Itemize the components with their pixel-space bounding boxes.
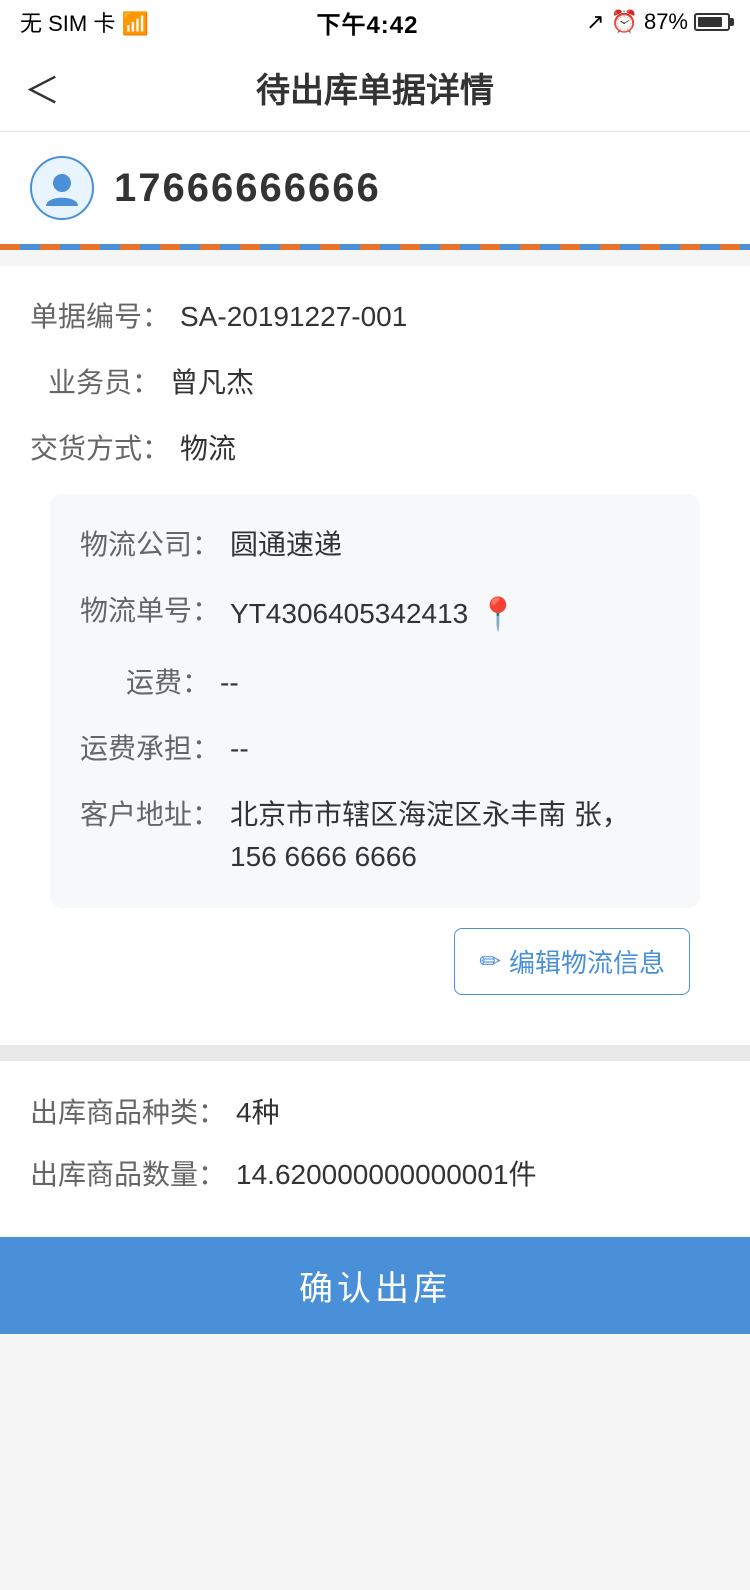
doc-number-value: SA-20191227-001 xyxy=(180,296,720,338)
delivery-value: 物流 xyxy=(180,428,720,470)
delivery-row: 交货方式： 物流 xyxy=(30,428,720,470)
freight-value: -- xyxy=(220,662,670,704)
dashed-divider xyxy=(0,244,750,250)
page-title: 待出库单据详情 xyxy=(256,63,494,112)
goods-quantity-row: 出库商品数量： 14.620000000000001件 xyxy=(30,1153,720,1193)
salesperson-value: 曾凡杰 xyxy=(170,362,720,404)
status-left: 无 SIM 卡 📶 xyxy=(20,6,149,38)
status-right: ↗ ⏰ 87% xyxy=(586,9,730,35)
status-bar: 无 SIM 卡 📶 下午4:42 ↗ ⏰ 87% xyxy=(0,0,750,44)
freight-bearer-label: 运费承担： xyxy=(80,728,220,770)
logistics-card: 物流公司： 圆通速递 物流单号： YT43064053424​13 📍 运费： … xyxy=(50,494,700,908)
delivery-label: 交货方式： xyxy=(30,428,170,470)
logistics-company-value: 圆通速递 xyxy=(230,524,670,566)
goods-types-value: 4种 xyxy=(236,1091,280,1131)
back-button[interactable]: ＜ xyxy=(24,62,60,114)
user-header: 17666666666 xyxy=(0,132,750,244)
goods-types-label: 出库商品种类： xyxy=(30,1091,226,1131)
logistics-company-row: 物流公司： 圆通速递 xyxy=(80,524,670,566)
page-wrapper: 无 SIM 卡 📶 下午4:42 ↗ ⏰ 87% ＜ 待出库单据详情 17666… xyxy=(0,0,750,1590)
battery-indicator xyxy=(694,13,730,31)
doc-number-label: 单据编号： xyxy=(30,296,170,338)
goods-quantity-value: 14.620000000000001件 xyxy=(236,1153,537,1193)
status-time: 下午4:42 xyxy=(316,5,418,40)
battery-percent: 87% xyxy=(644,9,688,35)
logistics-tracking-label: 物流单号： xyxy=(80,590,220,632)
empty-space xyxy=(0,1330,750,1490)
user-phone: 17666666666 xyxy=(114,166,381,211)
freight-bearer-row: 运费承担： -- xyxy=(80,728,670,770)
goods-quantity-label: 出库商品数量： xyxy=(30,1153,226,1193)
sim-status: 无 SIM 卡 📶 xyxy=(20,6,149,38)
salesperson-label: 业务员： xyxy=(30,362,160,404)
freight-label: 运费： xyxy=(80,662,210,704)
salesperson-row: 业务员： 曾凡杰 xyxy=(30,362,720,404)
doc-number-row: 单据编号： SA-20191227-001 xyxy=(30,296,720,338)
section-separator xyxy=(0,1045,750,1061)
freight-bearer-value: -- xyxy=(230,728,670,770)
logistics-company-label: 物流公司： xyxy=(80,524,220,566)
location-icon: ↗ xyxy=(586,9,604,35)
alarm-icon: ⏰ xyxy=(611,9,638,35)
edit-btn-container: ✏ 编辑物流信息 xyxy=(30,908,720,1015)
avatar-icon xyxy=(42,168,82,208)
document-info-section: 单据编号： SA-20191227-001 业务员： 曾凡杰 交货方式： 物流 … xyxy=(0,266,750,1045)
confirm-btn-container[interactable]: 确认出库 xyxy=(0,1237,750,1334)
avatar xyxy=(30,156,94,220)
confirm-btn-text: 确认出库 xyxy=(299,1270,451,1308)
address-row: 客户地址： 北京市市辖区海淀区永丰南 张，156 6666 6666 xyxy=(80,794,670,878)
logistics-tracking-row: 物流单号： YT43064053424​13 📍 xyxy=(80,590,670,638)
battery-fill xyxy=(698,17,722,27)
goods-section: 出库商品种类： 4种 出库商品数量： 14.620000000000001件 xyxy=(0,1061,750,1223)
address-label: 客户地址： xyxy=(80,794,220,836)
edit-logistics-button[interactable]: ✏ 编辑物流信息 xyxy=(454,928,690,995)
tracking-number: YT43064053424​13 xyxy=(230,593,468,635)
freight-row: 运费： -- xyxy=(80,662,670,704)
edit-icon: ✏ xyxy=(479,946,501,977)
address-value: 北京市市辖区海淀区永丰南 张，156 6666 6666 xyxy=(230,794,670,878)
goods-types-row: 出库商品种类： 4种 xyxy=(30,1091,720,1131)
logistics-tracking-value: YT43064053424​13 📍 xyxy=(230,590,670,638)
edit-btn-label: 编辑物流信息 xyxy=(509,943,665,980)
map-pin-icon[interactable]: 📍 xyxy=(478,590,518,638)
nav-bar: ＜ 待出库单据详情 xyxy=(0,44,750,132)
